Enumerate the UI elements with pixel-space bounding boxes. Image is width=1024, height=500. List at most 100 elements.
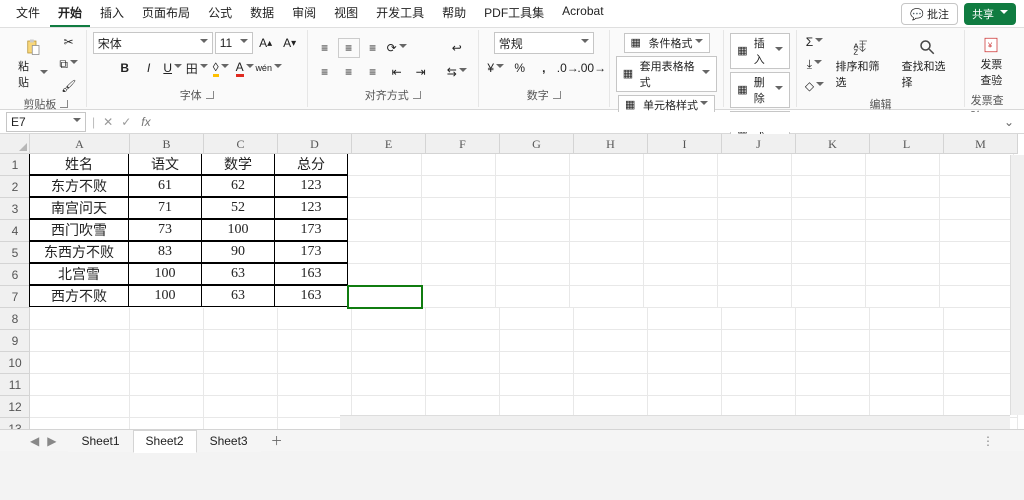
confirm-icon[interactable]: ✓ (117, 115, 135, 129)
expand-formula-icon[interactable]: ⌄ (994, 115, 1024, 129)
cell-K7[interactable] (792, 286, 866, 308)
cell-J2[interactable] (718, 176, 792, 198)
cancel-icon[interactable]: ✕ (99, 115, 117, 129)
cell-I8[interactable] (648, 308, 722, 330)
cell-J5[interactable] (718, 242, 792, 264)
cell-M4[interactable] (940, 220, 1014, 242)
cell-L10[interactable] (870, 352, 944, 374)
cell-K8[interactable] (796, 308, 870, 330)
cell-F4[interactable] (422, 220, 496, 242)
menu-tab-11[interactable]: Acrobat (554, 0, 611, 27)
cell-C5[interactable]: 90 (201, 241, 275, 263)
col-header-J[interactable]: J (722, 134, 796, 154)
fill-color-button[interactable]: ◊ (210, 58, 232, 78)
horizontal-scrollbar[interactable] (340, 415, 1010, 429)
cell-F2[interactable] (422, 176, 496, 198)
cell-I9[interactable] (648, 330, 722, 352)
comma-button[interactable]: , (533, 58, 555, 78)
cell-D1[interactable]: 总分 (274, 154, 348, 175)
cell-A9[interactable] (30, 330, 130, 352)
cell-E6[interactable] (348, 264, 422, 286)
wrap-text-button[interactable]: ↩ (442, 38, 472, 58)
cell-H8[interactable] (574, 308, 648, 330)
cell-J8[interactable] (722, 308, 796, 330)
cell-C1[interactable]: 数学 (201, 154, 275, 175)
row-header-11[interactable]: 11 (0, 374, 30, 396)
cell-K4[interactable] (792, 220, 866, 242)
col-header-A[interactable]: A (30, 134, 130, 154)
cell-A8[interactable] (30, 308, 130, 330)
font-color-button[interactable]: A (234, 58, 256, 78)
dialog-launcher-icon[interactable] (413, 91, 421, 99)
cell-C8[interactable] (204, 308, 278, 330)
cell-E5[interactable] (348, 242, 422, 264)
cell-M2[interactable] (940, 176, 1014, 198)
share-button[interactable]: 共享 (964, 3, 1016, 25)
menu-tab-1[interactable]: 开始 (50, 0, 90, 27)
cell-K1[interactable] (792, 154, 866, 176)
invoice-check-button[interactable]: ¥ 发票 查验 (974, 32, 1008, 92)
cell-F6[interactable] (422, 264, 496, 286)
row-header-7[interactable]: 7 (0, 286, 30, 308)
cell-I5[interactable] (644, 242, 718, 264)
cell-D4[interactable]: 173 (274, 219, 348, 241)
next-sheet-icon[interactable]: ▶ (47, 434, 56, 448)
cell-G4[interactable] (496, 220, 570, 242)
cell-C2[interactable]: 62 (201, 175, 275, 197)
cell-E8[interactable] (352, 308, 426, 330)
sheet-tab-Sheet3[interactable]: Sheet3 (197, 430, 261, 452)
row-header-9[interactable]: 9 (0, 330, 30, 352)
cell-L2[interactable] (866, 176, 940, 198)
menu-tab-7[interactable]: 视图 (326, 0, 366, 27)
insert-cells-button[interactable]: ▦插入 (730, 33, 790, 69)
add-sheet-button[interactable]: ＋ (261, 429, 293, 452)
copy-button[interactable]: ⧉ (58, 54, 80, 74)
cell-A10[interactable] (30, 352, 130, 374)
cell-K11[interactable] (796, 374, 870, 396)
paste-button[interactable]: 粘贴 (12, 34, 54, 94)
col-header-M[interactable]: M (944, 134, 1018, 154)
cell-F11[interactable] (426, 374, 500, 396)
fx-icon[interactable]: fx (135, 115, 156, 129)
cell-M9[interactable] (944, 330, 1018, 352)
font-name-combo[interactable]: 宋体 (93, 32, 213, 54)
cell-G2[interactable] (496, 176, 570, 198)
cell-C3[interactable]: 52 (201, 197, 275, 219)
align-bottom-button[interactable]: ≡ (362, 38, 384, 58)
cell-G9[interactable] (500, 330, 574, 352)
cell-B10[interactable] (130, 352, 204, 374)
sheet-tab-Sheet1[interactable]: Sheet1 (68, 430, 132, 452)
borders-button[interactable]: 田 (186, 58, 208, 78)
cell-G10[interactable] (500, 352, 574, 374)
cell-E11[interactable] (352, 374, 426, 396)
cell-H10[interactable] (574, 352, 648, 374)
formula-input[interactable] (157, 112, 994, 132)
autosum-button[interactable]: Σ (803, 32, 825, 52)
increase-decimal-button[interactable]: .0→ (557, 58, 579, 78)
menu-tab-10[interactable]: PDF工具集 (476, 0, 552, 27)
menu-tab-5[interactable]: 数据 (242, 0, 282, 27)
prev-sheet-icon[interactable]: ◀ (30, 434, 39, 448)
cell-B5[interactable]: 83 (128, 241, 202, 263)
vertical-scrollbar[interactable] (1010, 155, 1024, 415)
row-header-2[interactable]: 2 (0, 176, 30, 198)
cell-F7[interactable] (422, 286, 496, 308)
col-header-K[interactable]: K (796, 134, 870, 154)
cell-I2[interactable] (644, 176, 718, 198)
cell-A12[interactable] (30, 396, 130, 418)
cell-D10[interactable] (278, 352, 352, 374)
cell-A7[interactable]: 西方不败 (29, 285, 129, 307)
format-as-table-button[interactable]: ▦套用表格格式 (616, 56, 718, 92)
cell-D2[interactable]: 123 (274, 175, 348, 197)
cell-J4[interactable] (718, 220, 792, 242)
cell-B4[interactable]: 73 (128, 219, 202, 241)
cell-C9[interactable] (204, 330, 278, 352)
cell-K9[interactable] (796, 330, 870, 352)
cell-K5[interactable] (792, 242, 866, 264)
cell-M5[interactable] (940, 242, 1014, 264)
menu-tab-2[interactable]: 插入 (92, 0, 132, 27)
row-header-8[interactable]: 8 (0, 308, 30, 330)
cell-F9[interactable] (426, 330, 500, 352)
cell-J9[interactable] (722, 330, 796, 352)
cells-area[interactable]: 姓名语文数学总分东方不败6162123南宫问天7152123西门吹雪731001… (30, 154, 1018, 451)
